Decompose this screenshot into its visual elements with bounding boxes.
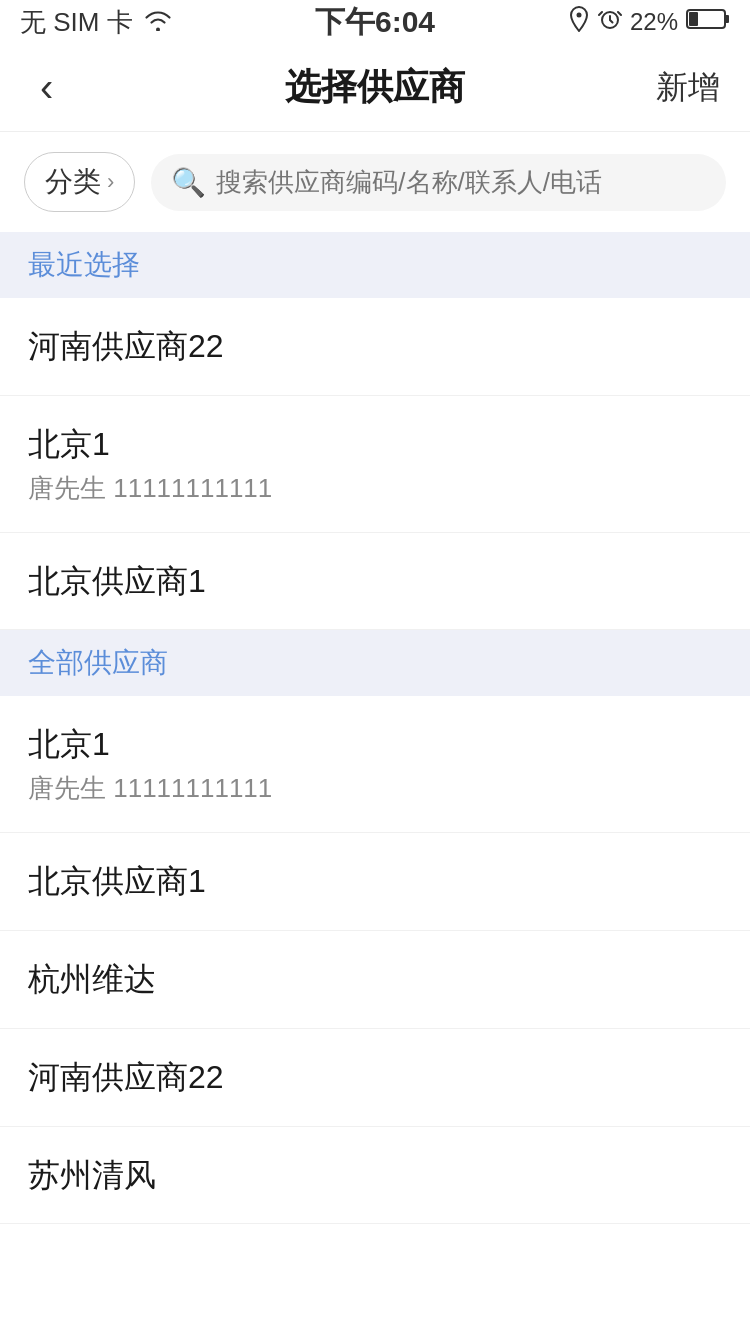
wifi-icon: [143, 7, 173, 38]
status-time: 下午6:04: [315, 2, 435, 43]
all-list: 北京1 唐先生 11111111111 北京供应商1 杭州维达河南供应商22 苏州清风: [0, 696, 750, 1224]
svg-point-0: [576, 13, 581, 18]
item-name: 北京供应商1: [28, 559, 722, 604]
search-box: 🔍: [151, 154, 726, 211]
recent-section-label: 最近选择: [28, 249, 140, 280]
item-name: 苏州清风: [28, 1153, 722, 1198]
item-name: 杭州维达: [28, 957, 722, 1002]
search-input[interactable]: [216, 167, 706, 198]
battery-label: 22%: [630, 8, 678, 36]
recent-section-header: 最近选择: [0, 232, 750, 298]
nav-bar: ‹ 选择供应商 新增: [0, 44, 750, 132]
list-item[interactable]: 北京1 唐先生 11111111111: [0, 696, 750, 833]
item-name: 北京1: [28, 722, 722, 767]
all-section-label: 全部供应商: [28, 647, 168, 678]
item-name: 北京1: [28, 422, 722, 467]
list-item[interactable]: 苏州清风: [0, 1127, 750, 1225]
search-icon: 🔍: [171, 166, 206, 199]
category-label: 分类: [45, 163, 101, 201]
back-button[interactable]: ‹: [30, 55, 63, 120]
list-item[interactable]: 北京供应商1: [0, 533, 750, 631]
carrier-label: 无 SIM 卡: [20, 5, 133, 40]
status-right: 22%: [568, 6, 730, 38]
battery-icon: [686, 8, 730, 36]
list-item[interactable]: 北京供应商1: [0, 833, 750, 931]
all-section-header: 全部供应商: [0, 630, 750, 696]
list-item[interactable]: 河南供应商22: [0, 298, 750, 396]
page-title: 选择供应商: [285, 63, 465, 112]
svg-rect-3: [725, 15, 729, 23]
alarm-icon: [598, 7, 622, 37]
item-name: 河南供应商22: [28, 1055, 722, 1100]
status-bar: 无 SIM 卡 下午6:04 22%: [0, 0, 750, 44]
item-name: 河南供应商22: [28, 324, 722, 369]
location-icon: [568, 6, 590, 38]
list-item[interactable]: 河南供应商22: [0, 1029, 750, 1127]
list-item[interactable]: 北京1 唐先生 11111111111: [0, 396, 750, 533]
item-sub: 唐先生 11111111111: [28, 771, 722, 806]
status-left: 无 SIM 卡: [20, 5, 173, 40]
list-item[interactable]: 杭州维达: [0, 931, 750, 1029]
chevron-right-icon: ›: [107, 169, 114, 195]
item-sub: 唐先生 11111111111: [28, 471, 722, 506]
item-name: 北京供应商1: [28, 859, 722, 904]
filter-bar: 分类 › 🔍: [0, 132, 750, 232]
category-button[interactable]: 分类 ›: [24, 152, 135, 212]
add-button[interactable]: 新增: [656, 66, 720, 110]
recent-list: 河南供应商22 北京1 唐先生 11111111111 北京供应商1: [0, 298, 750, 630]
svg-rect-4: [689, 12, 698, 26]
